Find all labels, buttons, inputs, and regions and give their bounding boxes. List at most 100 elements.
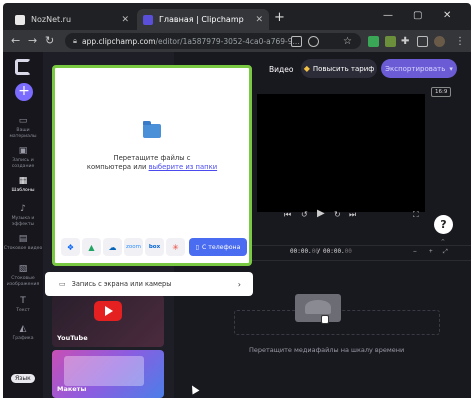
current-timecode: 00:00.00 bbox=[290, 248, 319, 255]
folder-icon bbox=[143, 121, 161, 138]
url-host: app.clipchamp.com bbox=[82, 36, 156, 46]
camera-icon: ▣ bbox=[18, 146, 28, 156]
back-arrow-icon[interactable]: ← bbox=[11, 34, 20, 47]
drop-line-2: компьютера или bbox=[86, 163, 149, 171]
help-button[interactable]: ? bbox=[434, 215, 453, 234]
template-card-label: YouTube bbox=[57, 334, 88, 342]
template-icon: ▦ bbox=[18, 176, 28, 186]
rail-item-record-create[interactable]: ▣ Запись и создание bbox=[3, 146, 43, 169]
reload-icon[interactable]: ↻ bbox=[45, 34, 54, 47]
google-drive-icon[interactable]: ▲ bbox=[82, 238, 101, 256]
export-button[interactable]: Экспортировать ▾ bbox=[381, 59, 457, 78]
rail-item-label: Графика bbox=[12, 336, 34, 341]
forward-arrow-icon[interactable]: → bbox=[28, 34, 37, 47]
total-timecode: 00:00.00 bbox=[323, 248, 352, 255]
record-screen-camera-button[interactable]: ▭ Запись с экрана или камеры › bbox=[45, 272, 253, 296]
grab-cursor-icon bbox=[321, 315, 329, 324]
star-icon[interactable]: ☆ bbox=[343, 36, 354, 47]
timecode-main: 00:00. bbox=[323, 248, 345, 255]
zoom-out-icon[interactable]: − bbox=[413, 248, 417, 255]
rail-item-stock-images[interactable]: ▧ Стоковые изображения bbox=[3, 264, 43, 287]
forward-icon[interactable]: ↻ bbox=[334, 210, 341, 219]
tab-noznet[interactable]: NozNet.ru ✕ bbox=[9, 9, 135, 30]
timecode-main: 00:00. bbox=[290, 248, 312, 255]
rail-item-music-effects[interactable]: ♪ Музыка и эффекты bbox=[3, 204, 43, 227]
split-icon[interactable]: ⏮ bbox=[284, 210, 291, 220]
import-media-dialog[interactable]: Перетащите файлы с компьютера или выбери… bbox=[52, 65, 252, 266]
noznet-favicon-icon bbox=[15, 14, 25, 25]
tab-clipchamp[interactable]: Главная | Clipchamp ✕ bbox=[137, 9, 269, 30]
close-icon[interactable]: ✕ bbox=[255, 15, 263, 25]
minimize-icon[interactable]: — bbox=[383, 10, 393, 21]
export-label: Экспортировать bbox=[385, 64, 446, 73]
rail-item-templates[interactable]: ▦ Шаблоны bbox=[3, 176, 43, 194]
phone-icon: ▯ bbox=[195, 243, 200, 251]
fullscreen-icon[interactable]: ⛶ bbox=[413, 210, 419, 220]
fit-icon[interactable]: ⤢ bbox=[443, 248, 448, 256]
play-icon[interactable]: ▶ bbox=[317, 208, 325, 219]
puzzle-icon[interactable]: ✚ bbox=[401, 36, 412, 47]
tab-title: NozNet.ru bbox=[31, 15, 72, 24]
profile-avatar-icon[interactable] bbox=[434, 36, 445, 47]
upgrade-plan-button[interactable]: ◆ Повысить тариф bbox=[301, 59, 377, 78]
language-button[interactable]: Язык bbox=[11, 374, 35, 383]
rail-item-label: Музыка и эффекты bbox=[11, 216, 35, 227]
google-photos-icon[interactable]: ✳ bbox=[166, 238, 185, 256]
sidebar-icon[interactable] bbox=[417, 36, 428, 47]
rail-item-stock-video[interactable]: ▤ Стоковое видео bbox=[3, 234, 43, 252]
browse-folder-link[interactable]: выберите из папки bbox=[149, 163, 218, 171]
youtube-logo-icon bbox=[94, 301, 122, 321]
close-icon[interactable]: ✕ bbox=[121, 15, 129, 25]
key-icon[interactable] bbox=[308, 36, 319, 47]
timeline-hint: Перетащите медиафайлы на шкалу времени bbox=[249, 346, 405, 354]
extension-pin-icon[interactable] bbox=[385, 36, 396, 47]
rail-item-label: Стоковое видео bbox=[3, 246, 43, 251]
menu-dots-icon[interactable]: ⋮ bbox=[455, 36, 466, 47]
rail-item-label: Стоковые изображения bbox=[6, 276, 40, 287]
import-sources: ❖ ▲ ☁ zoom box ✳ ▯ С телефона bbox=[61, 238, 249, 256]
from-phone-button[interactable]: ▯ С телефона bbox=[189, 238, 247, 256]
video-preview bbox=[257, 94, 425, 212]
dropbox-icon[interactable]: ❖ bbox=[61, 238, 80, 256]
template-card-youtube[interactable]: YouTube bbox=[52, 295, 164, 347]
dragged-media-thumbnail bbox=[295, 294, 341, 322]
rail-item-label: Шаблоны bbox=[11, 188, 35, 193]
rail-item-label: Запись и создание bbox=[11, 158, 35, 169]
rail-item-your-media[interactable]: ▭ Ваши материалы bbox=[3, 116, 43, 139]
rail-item-text[interactable]: T Текст bbox=[3, 296, 43, 314]
aspect-ratio-button[interactable]: 16:9 bbox=[431, 87, 452, 97]
onedrive-icon[interactable]: ☁ bbox=[103, 238, 122, 256]
drop-instructions: Перетащите файлы с компьютера или выбери… bbox=[67, 154, 237, 172]
template-card-layouts[interactable]: Макеты bbox=[52, 350, 164, 398]
music-icon: ♪ bbox=[20, 204, 26, 214]
add-media-button[interactable]: + bbox=[15, 83, 33, 101]
zoom-icon[interactable]: zoom bbox=[124, 238, 143, 256]
timecode-frac: 00 bbox=[344, 248, 352, 255]
new-tab-plus-icon[interactable]: + bbox=[274, 10, 285, 25]
skip-end-icon[interactable]: ⏭ bbox=[349, 210, 356, 220]
window-close-icon[interactable]: ✕ bbox=[443, 10, 451, 21]
clipchamp-logo-icon[interactable] bbox=[15, 59, 31, 75]
timecode-separator: / bbox=[317, 248, 321, 255]
record-label: Запись с экрана или камеры bbox=[71, 280, 172, 288]
extension-green-icon[interactable] bbox=[368, 36, 379, 47]
url-path: /editor/1a587979-3052-4ca0-a769-9... bbox=[155, 36, 300, 46]
rail-item-graphics[interactable]: ◭ Графика bbox=[3, 324, 43, 342]
graphics-icon: ◭ bbox=[19, 324, 27, 334]
rewind-icon[interactable]: ↺ bbox=[301, 210, 308, 219]
clipchamp-favicon-icon bbox=[143, 14, 153, 25]
address-bar: ← → ↻ 🔒︎ app.clipchamp.com /editor/1a587… bbox=[3, 30, 471, 52]
stock-image-icon: ▧ bbox=[18, 264, 28, 274]
folder-icon: ▭ bbox=[18, 116, 28, 126]
text-icon: T bbox=[20, 296, 26, 306]
stock-icon: ▤ bbox=[18, 234, 28, 244]
share-icon[interactable] bbox=[291, 36, 302, 47]
box-icon[interactable]: box bbox=[145, 238, 164, 256]
mouse-pointer-icon bbox=[188, 383, 200, 395]
project-title[interactable]: Видео bbox=[269, 65, 293, 74]
zoom-in-icon[interactable]: + bbox=[429, 248, 433, 255]
browser-tab-bar: NozNet.ru ✕ Главная | Clipchamp ✕ + — ▢ … bbox=[3, 3, 471, 30]
upgrade-label: Повысить тариф bbox=[312, 64, 375, 73]
lock-icon: 🔒︎ bbox=[73, 36, 77, 45]
maximize-icon[interactable]: ▢ bbox=[413, 10, 422, 21]
